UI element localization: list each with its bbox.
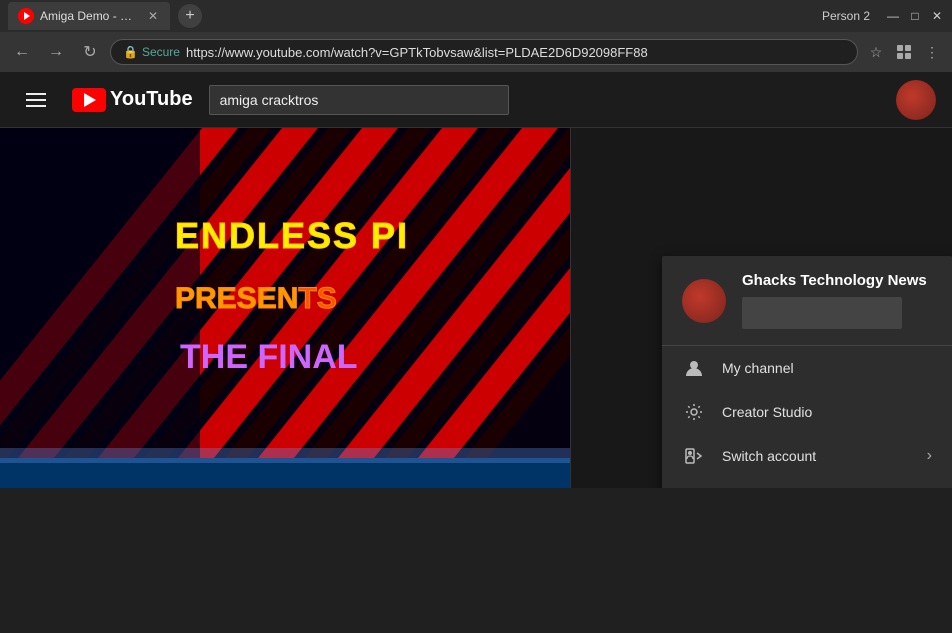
hamburger-line-3	[26, 105, 46, 107]
youtube-logo-text: YouTube	[110, 88, 193, 111]
forward-button[interactable]: →	[42, 38, 70, 66]
user-avatar-image	[896, 80, 936, 120]
minimize-button[interactable]: —	[886, 9, 900, 23]
extensions-button[interactable]	[892, 40, 916, 64]
creator-studio-item[interactable]: Creator Studio	[662, 390, 952, 434]
url-text: https://www.youtube.com/watch?v=GPTkTobv…	[186, 45, 845, 60]
refresh-button[interactable]: ↻	[76, 38, 104, 66]
youtube-header: YouTube amiga cracktros	[0, 72, 952, 128]
dropdown-main-items: My channel Creator Studio	[662, 346, 952, 488]
creator-studio-label: Creator Studio	[722, 404, 932, 420]
addressbar-actions: ☆ ⋮	[864, 40, 944, 64]
youtube-logo[interactable]: YouTube	[72, 88, 193, 112]
tab-close-button[interactable]: ✕	[146, 9, 160, 23]
channel-name: Ghacks Technology News	[742, 272, 927, 289]
search-bar[interactable]: amiga cracktros	[209, 85, 509, 115]
secure-badge: 🔒 Secure	[123, 45, 180, 59]
person-label: Person 2	[822, 9, 870, 23]
more-menu-button[interactable]: ⋮	[920, 40, 944, 64]
my-channel-item[interactable]: My channel	[662, 346, 952, 390]
dropdown-header: Ghacks Technology News	[662, 256, 952, 346]
main-content: ENDLESS PI PRESENTS THE FINAL Ghacks Tec…	[0, 128, 952, 488]
svg-text:PRESENTS: PRESENTS	[175, 282, 337, 315]
switch-account-label: Switch account	[722, 448, 911, 464]
youtube-play-icon	[84, 93, 96, 107]
my-channel-icon	[682, 356, 706, 380]
dropdown-search-bar[interactable]	[742, 297, 902, 329]
sign-out-item[interactable]: Sign out	[662, 478, 952, 488]
titlebar-left: Amiga Demo - Crack ✕ +	[8, 2, 202, 30]
svg-text:THE FINAL: THE FINAL	[180, 338, 358, 376]
search-query-text: amiga cracktros	[220, 92, 319, 108]
user-dropdown-menu: Ghacks Technology News My channel	[662, 256, 952, 488]
dropdown-user-info: Ghacks Technology News	[742, 272, 927, 329]
header-right-section	[896, 80, 936, 120]
video-frame: ENDLESS PI PRESENTS THE FINAL	[0, 128, 570, 488]
my-channel-label: My channel	[722, 360, 932, 376]
user-avatar-button[interactable]	[896, 80, 936, 120]
back-button[interactable]: ←	[8, 38, 36, 66]
browser-tab[interactable]: Amiga Demo - Crack ✕	[8, 2, 170, 30]
window-controls: — □ ✕	[886, 9, 944, 23]
addressbar: ← → ↻ 🔒 Secure https://www.youtube.com/w…	[0, 32, 952, 72]
close-button[interactable]: ✕	[930, 9, 944, 23]
hamburger-menu-button[interactable]	[16, 80, 56, 120]
switch-account-arrow: ›	[927, 447, 932, 465]
creator-studio-icon	[682, 400, 706, 424]
maximize-button[interactable]: □	[908, 9, 922, 23]
switch-account-item[interactable]: Switch account ›	[662, 434, 952, 478]
hamburger-line-2	[26, 99, 46, 101]
svg-text:ENDLESS PI: ENDLESS PI	[175, 215, 409, 256]
switch-account-icon	[682, 444, 706, 468]
new-tab-button[interactable]: +	[178, 4, 202, 28]
tab-title: Amiga Demo - Crack	[40, 9, 140, 23]
video-thumbnail: ENDLESS PI PRESENTS THE FINAL	[0, 128, 570, 488]
youtube-logo-icon	[72, 88, 106, 112]
titlebar: Amiga Demo - Crack ✕ + Person 2 — □ ✕	[0, 0, 952, 32]
tab-favicon	[18, 8, 34, 24]
video-area: ENDLESS PI PRESENTS THE FINAL	[0, 128, 570, 488]
bookmark-button[interactable]: ☆	[864, 40, 888, 64]
dropdown-avatar	[682, 279, 726, 323]
hamburger-line-1	[26, 93, 46, 95]
titlebar-right: Person 2 — □ ✕	[822, 9, 944, 23]
address-bar-input[interactable]: 🔒 Secure https://www.youtube.com/watch?v…	[110, 39, 858, 65]
